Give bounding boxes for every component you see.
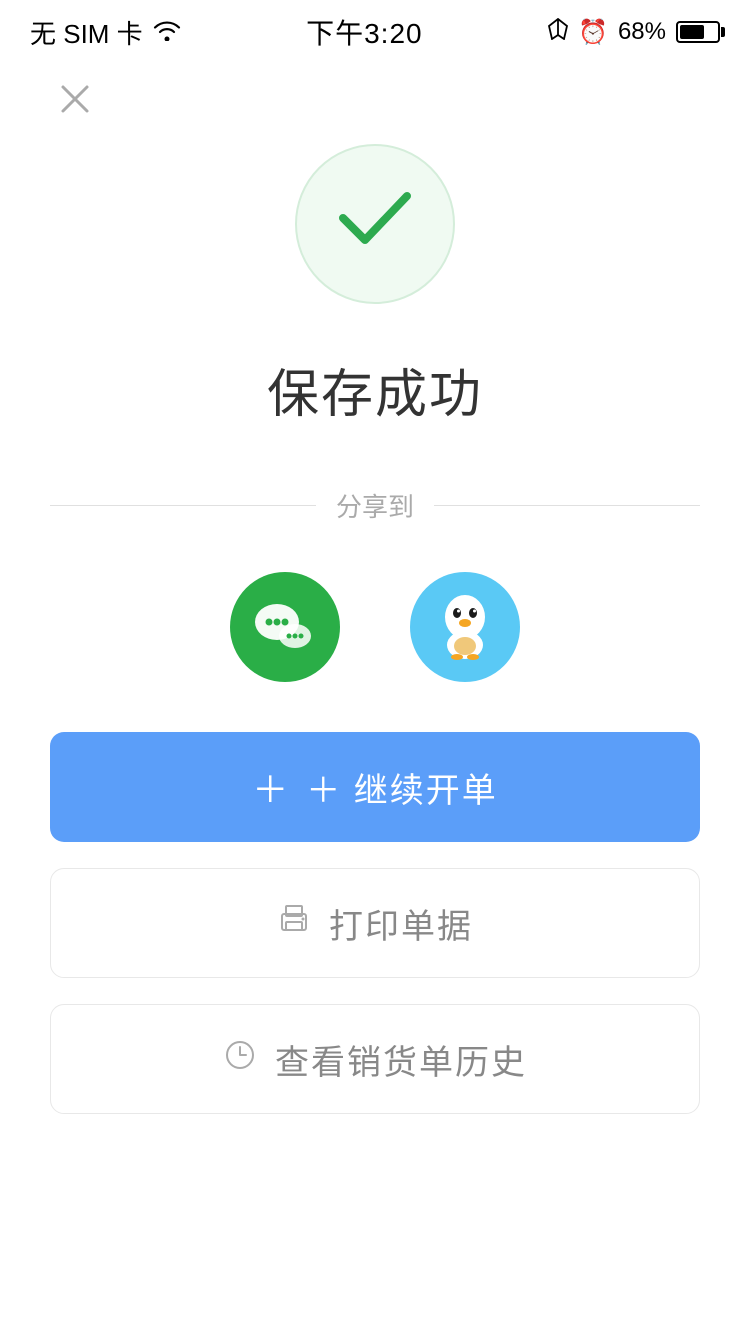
carrier-text: 无 SIM 卡 <box>30 14 143 51</box>
wifi-icon <box>153 17 181 48</box>
qq-icon <box>434 591 496 663</box>
close-button[interactable] <box>50 74 100 124</box>
share-label: 分享到 <box>336 487 414 524</box>
continue-label: ＋ 继续开单 <box>306 763 497 812</box>
close-icon <box>57 81 93 117</box>
history-icon <box>223 1038 257 1081</box>
battery-icon <box>676 21 720 43</box>
wechat-icon <box>251 598 319 656</box>
success-circle <box>295 144 455 304</box>
status-left: 无 SIM 卡 <box>30 14 181 51</box>
alarm-icon: ⏰ <box>578 18 608 47</box>
status-bar: 无 SIM 卡 下午3:20 ⏰ 68% <box>0 0 750 64</box>
print-icon <box>277 902 311 944</box>
checkmark-icon <box>335 184 415 264</box>
main-content: 保存成功 分享到 <box>0 64 750 1114</box>
continue-button[interactable]: ＋ ＋ 继续开单 <box>50 732 700 842</box>
print-button[interactable]: 打印单据 <box>50 868 700 978</box>
plus-icon: ＋ <box>252 761 288 813</box>
history-label: 查看销货单历史 <box>275 1035 527 1084</box>
success-title: 保存成功 <box>267 352 483 427</box>
location-icon <box>548 18 568 47</box>
battery-percent: 68% <box>618 18 666 46</box>
divider-line-left <box>50 505 316 506</box>
share-section: 分享到 <box>0 487 750 682</box>
qq-share-button[interactable] <box>410 572 520 682</box>
wechat-share-button[interactable] <box>230 572 340 682</box>
share-divider: 分享到 <box>50 487 700 524</box>
status-right: ⏰ 68% <box>548 18 720 47</box>
share-icons <box>50 572 700 682</box>
divider-line-right <box>434 505 700 506</box>
history-button[interactable]: 查看销货单历史 <box>50 1004 700 1114</box>
action-buttons: ＋ ＋ 继续开单 打印单据 查看销货单 <box>0 732 750 1114</box>
print-label: 打印单据 <box>329 899 473 948</box>
time-display: 下午3:20 <box>306 12 423 52</box>
